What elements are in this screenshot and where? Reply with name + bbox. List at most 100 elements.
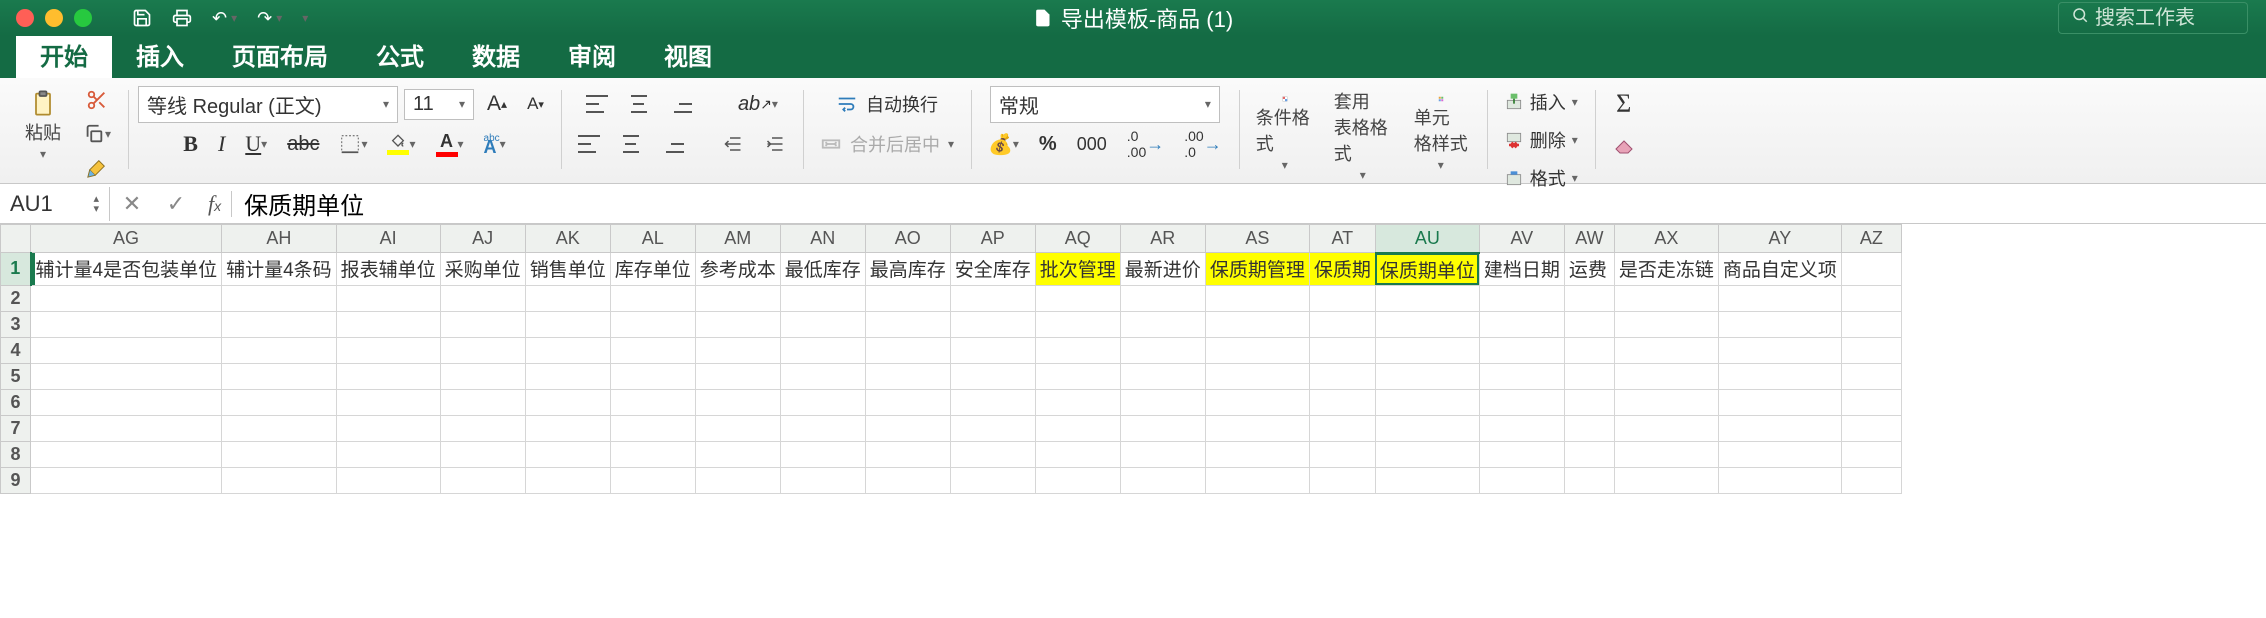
cell[interactable] [1120, 311, 1205, 337]
fill-color-button[interactable]: ▾ [380, 129, 422, 160]
column-header[interactable]: AH [222, 225, 337, 253]
cell[interactable] [440, 415, 525, 441]
cell[interactable] [695, 337, 780, 363]
cancel-formula-button[interactable]: ✕ [110, 191, 154, 217]
cell[interactable] [695, 285, 780, 311]
cell[interactable]: 最新进价 [1120, 253, 1205, 286]
cell[interactable] [695, 415, 780, 441]
cell[interactable]: 最低库存 [780, 253, 865, 286]
cell[interactable] [525, 337, 610, 363]
cell[interactable] [950, 441, 1035, 467]
cell[interactable] [1564, 285, 1614, 311]
font-size-select[interactable]: 11▾ [404, 89, 474, 120]
cell[interactable] [1479, 415, 1564, 441]
cell[interactable] [31, 389, 222, 415]
cell[interactable] [1614, 285, 1718, 311]
cell[interactable] [1614, 311, 1718, 337]
cell[interactable] [1841, 337, 1901, 363]
cell[interactable] [610, 389, 695, 415]
number-format-select[interactable]: 常规▾ [990, 86, 1220, 123]
cell[interactable] [1564, 441, 1614, 467]
cell[interactable] [1120, 415, 1205, 441]
cell[interactable]: 批次管理 [1035, 253, 1120, 286]
phonetic-button[interactable]: abcA ▾ [477, 129, 513, 160]
cell[interactable] [222, 467, 337, 493]
cell[interactable] [695, 467, 780, 493]
cell[interactable] [1120, 389, 1205, 415]
cell[interactable] [222, 337, 337, 363]
cell[interactable] [1035, 285, 1120, 311]
cell[interactable] [610, 467, 695, 493]
cell[interactable] [440, 441, 525, 467]
border-button[interactable]: ▾ [332, 128, 374, 160]
comma-button[interactable]: 000 [1070, 129, 1114, 160]
cell[interactable] [1479, 337, 1564, 363]
cell[interactable] [1841, 389, 1901, 415]
cell[interactable]: 最高库存 [865, 253, 950, 286]
cell[interactable] [1309, 337, 1375, 363]
cell[interactable]: 报表辅单位 [336, 253, 440, 286]
cell[interactable] [1375, 467, 1479, 493]
cell[interactable] [525, 311, 610, 337]
tab-layout[interactable]: 页面布局 [208, 31, 352, 78]
cell[interactable] [1205, 467, 1309, 493]
cell[interactable] [1841, 415, 1901, 441]
cell[interactable] [950, 311, 1035, 337]
row-header[interactable]: 6 [1, 389, 31, 415]
cell[interactable] [336, 311, 440, 337]
cell[interactable] [222, 415, 337, 441]
cell[interactable] [31, 363, 222, 389]
cell[interactable] [1309, 441, 1375, 467]
cell[interactable] [336, 363, 440, 389]
cell[interactable] [31, 441, 222, 467]
cell[interactable] [950, 285, 1035, 311]
cell[interactable] [865, 285, 950, 311]
cell[interactable] [1035, 337, 1120, 363]
cell[interactable] [1309, 467, 1375, 493]
cell[interactable] [610, 311, 695, 337]
cell[interactable] [1614, 441, 1718, 467]
cell[interactable] [440, 311, 525, 337]
cell[interactable] [1309, 389, 1375, 415]
column-header[interactable]: AR [1120, 225, 1205, 253]
cell[interactable] [222, 441, 337, 467]
row-header[interactable]: 4 [1, 337, 31, 363]
cell[interactable] [1375, 389, 1479, 415]
cell[interactable]: 安全库存 [950, 253, 1035, 286]
tab-view[interactable]: 视图 [640, 31, 736, 78]
cell[interactable] [865, 337, 950, 363]
cell[interactable] [1205, 441, 1309, 467]
cell[interactable] [1718, 389, 1841, 415]
cell[interactable] [525, 467, 610, 493]
cell[interactable] [1564, 467, 1614, 493]
cell[interactable] [1564, 337, 1614, 363]
cell[interactable] [31, 415, 222, 441]
column-header[interactable]: AY [1718, 225, 1841, 253]
tab-review[interactable]: 审阅 [544, 31, 640, 78]
cell[interactable] [440, 467, 525, 493]
cell[interactable] [1375, 441, 1479, 467]
cell[interactable] [440, 285, 525, 311]
row-header[interactable]: 2 [1, 285, 31, 311]
cell[interactable] [336, 441, 440, 467]
search-input[interactable] [2095, 7, 2235, 30]
formula-input[interactable] [232, 186, 2266, 222]
cell[interactable] [1205, 285, 1309, 311]
cell[interactable] [1375, 415, 1479, 441]
qat-customize-button[interactable]: ▾ [302, 11, 308, 25]
cell[interactable] [1479, 363, 1564, 389]
font-color-button[interactable]: A ▾ [429, 126, 471, 162]
orientation-button[interactable]: ab↗ ▾ [731, 88, 785, 121]
column-header[interactable]: AK [525, 225, 610, 253]
name-box-stepper[interactable]: ▴▾ [93, 194, 99, 214]
cell[interactable] [1375, 337, 1479, 363]
cell[interactable] [695, 441, 780, 467]
cell[interactable] [780, 363, 865, 389]
cell[interactable]: 是否走冻链 [1614, 253, 1718, 286]
cell[interactable] [525, 389, 610, 415]
decrease-decimal-button[interactable]: .00.0→ [1177, 123, 1228, 165]
row-header[interactable]: 9 [1, 467, 31, 493]
cell[interactable] [1035, 311, 1120, 337]
cell[interactable] [1479, 441, 1564, 467]
copy-button[interactable]: ▾ [76, 118, 118, 150]
